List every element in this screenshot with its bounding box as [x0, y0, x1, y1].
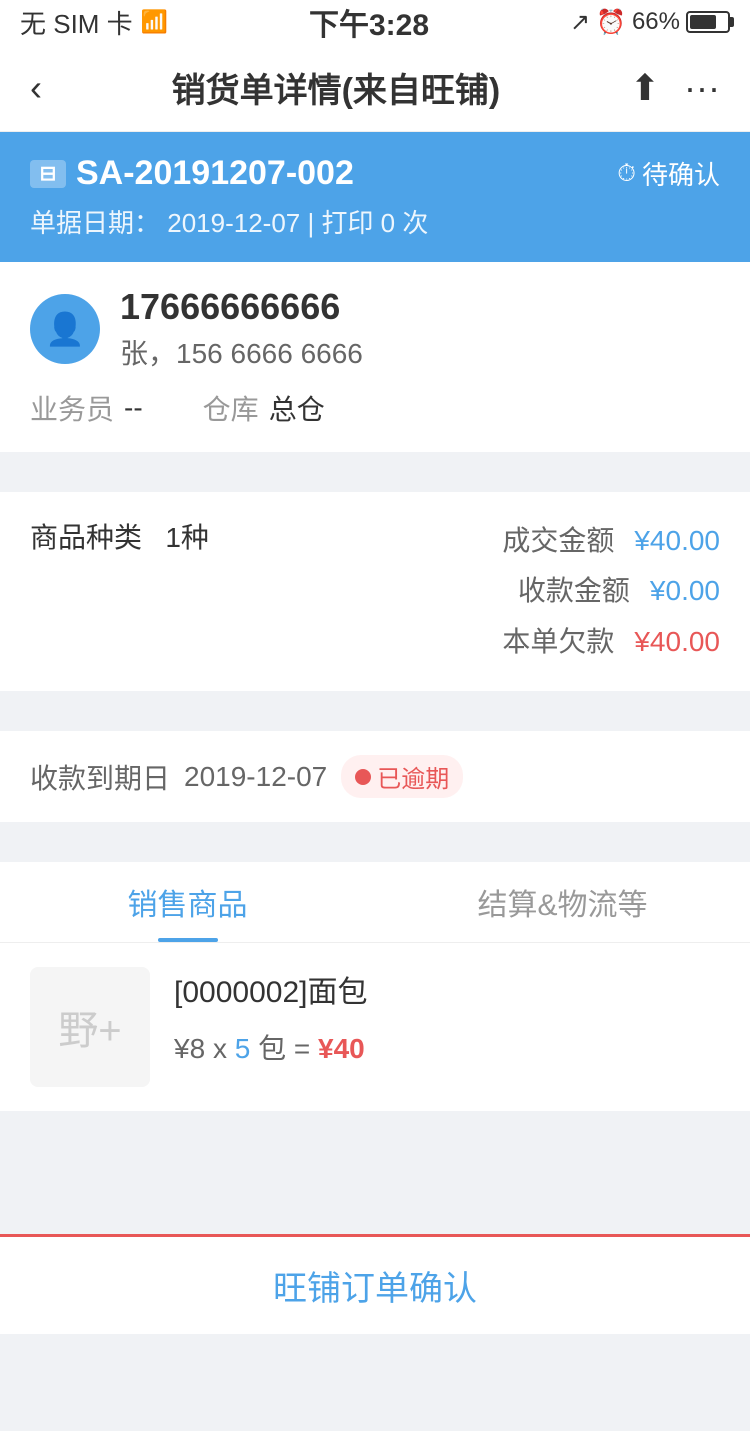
- customer-phone: 17666666666: [120, 286, 363, 328]
- nav-bar: ‹ 销货单详情(来自旺铺) ⬆ ···: [0, 44, 750, 132]
- amount-label-2: 收款金额: [518, 566, 630, 616]
- overdue-text: 已逾期: [377, 759, 449, 794]
- customer-name: 张，156 6666 6666: [120, 332, 363, 372]
- amount-value-2: ¥0.00: [650, 566, 720, 616]
- page-title: 销货单详情(来自旺铺): [172, 63, 501, 112]
- amount-value-3: ¥40.00: [634, 617, 720, 667]
- order-id-text: SA-20191207-002: [76, 154, 354, 193]
- product-section: 野+ [0000002]面包 ¥8 x 5 包 = ¥40: [0, 943, 750, 1111]
- tab-settlement-label: 结算&物流等: [477, 880, 647, 924]
- battery-icon: [686, 11, 730, 33]
- divider-1: [0, 472, 750, 492]
- nav-actions: ⬆ ···: [630, 67, 720, 109]
- product-name: [0000002]面包: [174, 967, 720, 1011]
- status-left: 无 SIM 卡 📶: [20, 4, 168, 41]
- divider-2: [0, 711, 750, 731]
- product-price: ¥8 x 5 包 = ¥40: [174, 1027, 720, 1067]
- clock-icon: ⏱: [617, 160, 636, 188]
- status-bar: 无 SIM 卡 📶 下午3:28 ↗ ⏰ 66%: [0, 0, 750, 44]
- order-id-icon: ⊟: [30, 160, 66, 188]
- avatar: 👤: [30, 294, 100, 364]
- date-label: 单据日期：: [30, 208, 160, 238]
- salesperson-item: 业务员 --: [30, 388, 143, 428]
- status-text: 待确认: [642, 155, 720, 192]
- order-date: 单据日期： 2019-12-07 | 打印 0 次: [30, 203, 720, 240]
- customer-section: 👤 17666666666 张，156 6666 6666 业务员 -- 仓库 …: [0, 262, 750, 452]
- print-label: | 打印 0 次: [307, 208, 428, 238]
- customer-meta: 业务员 -- 仓库 总仓: [30, 388, 720, 428]
- tab-settlement[interactable]: 结算&物流等: [375, 862, 750, 942]
- customer-top: 👤 17666666666 张，156 6666 6666: [30, 286, 720, 372]
- amounts-row: 商品种类 1种 成交金额 ¥40.00 收款金额 ¥0.00 本单欠款 ¥40.…: [30, 516, 720, 667]
- warehouse-label: 仓库: [203, 388, 259, 428]
- alarm-icon: ⏰: [596, 8, 626, 37]
- amount-item-2: 收款金额 ¥0.00: [502, 566, 720, 616]
- overdue-badge: 已逾期: [341, 755, 463, 798]
- warehouse-item: 仓库 总仓: [203, 388, 325, 428]
- time-label: 下午3:28: [309, 0, 429, 44]
- footer: 旺铺订单确认: [0, 1234, 750, 1334]
- wifi-icon: 📶: [141, 9, 168, 35]
- warehouse-value: 总仓: [269, 388, 325, 428]
- salesperson-value: --: [124, 392, 143, 424]
- location-icon: ↗: [570, 8, 590, 37]
- status-badge: ⏱ 待确认: [617, 155, 720, 192]
- amount-item-1: 成交金额 ¥40.00: [502, 516, 720, 566]
- product-logo: 野+: [58, 998, 121, 1056]
- multiply-sign: x: [213, 1033, 235, 1064]
- customer-details: 17666666666 张，156 6666 6666: [120, 286, 363, 372]
- amounts-section: 商品种类 1种 成交金额 ¥40.00 收款金额 ¥0.00 本单欠款 ¥40.…: [0, 492, 750, 691]
- amount-label-3: 本单欠款: [502, 617, 614, 667]
- product-thumbnail: 野+: [30, 967, 150, 1087]
- avatar-icon: 👤: [45, 310, 85, 348]
- order-icon-symbol: ⊟: [40, 161, 57, 186]
- due-date-value: 2019-12-07: [184, 761, 327, 793]
- quantity: 5: [235, 1033, 251, 1064]
- equals-sign: =: [294, 1033, 318, 1064]
- total-price: ¥40: [318, 1033, 365, 1064]
- product-types-value: 1种: [165, 522, 209, 553]
- unit: 包: [258, 1033, 286, 1064]
- amounts-list: 成交金额 ¥40.00 收款金额 ¥0.00 本单欠款 ¥40.00: [502, 516, 720, 667]
- more-icon[interactable]: ···: [684, 67, 720, 109]
- product-types-label: 商品种类: [30, 522, 142, 553]
- amount-value-1: ¥40.00: [634, 516, 720, 566]
- confirm-order-button[interactable]: 旺铺订单确认: [273, 1261, 477, 1310]
- unit-price: ¥8: [174, 1033, 205, 1064]
- salesperson-label: 业务员: [30, 388, 114, 428]
- date-value: 2019-12-07: [167, 208, 300, 238]
- carrier-label: 无 SIM 卡: [20, 4, 133, 41]
- due-section: 收款到期日 2019-12-07 已逾期: [0, 731, 750, 822]
- tab-sales[interactable]: 销售商品: [0, 862, 375, 942]
- divider-3: [0, 842, 750, 862]
- share-icon[interactable]: ⬆: [630, 67, 660, 109]
- status-right: ↗ ⏰ 66%: [570, 8, 730, 37]
- header-card: ⊟ SA-20191207-002 ⏱ 待确认 单据日期： 2019-12-07…: [0, 132, 750, 262]
- overdue-dot: [355, 769, 371, 785]
- amount-label-1: 成交金额: [502, 516, 614, 566]
- amount-item-3: 本单欠款 ¥40.00: [502, 617, 720, 667]
- tabs: 销售商品 结算&物流等: [0, 862, 750, 942]
- tabs-container: 销售商品 结算&物流等: [0, 862, 750, 943]
- order-id: ⊟ SA-20191207-002: [30, 154, 354, 193]
- product-info: [0000002]面包 ¥8 x 5 包 = ¥40: [174, 967, 720, 1067]
- due-date-label: 收款到期日: [30, 757, 170, 797]
- header-top: ⊟ SA-20191207-002 ⏱ 待确认: [30, 154, 720, 193]
- product-types: 商品种类 1种: [30, 516, 209, 556]
- tab-sales-label: 销售商品: [128, 880, 248, 924]
- battery-label: 66%: [632, 8, 680, 36]
- back-button[interactable]: ‹: [30, 67, 42, 109]
